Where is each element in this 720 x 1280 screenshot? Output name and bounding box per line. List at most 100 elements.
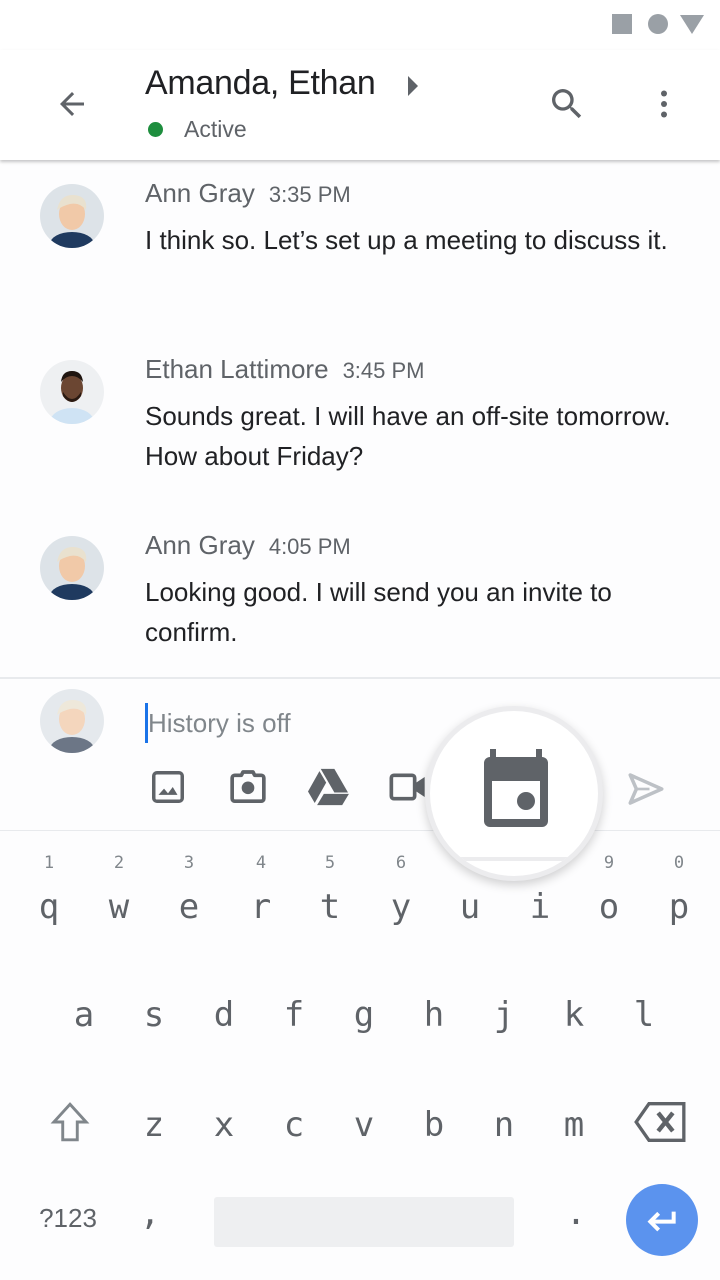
- key-p[interactable]: 0p: [644, 853, 714, 943]
- calendar-button-magnified[interactable]: [425, 706, 603, 881]
- conversation-title[interactable]: Amanda, Ethan: [145, 64, 376, 103]
- camera-icon: [230, 770, 266, 803]
- send-icon: [628, 773, 664, 805]
- key-k[interactable]: k: [539, 991, 609, 1051]
- key-y[interactable]: 6y: [366, 853, 436, 943]
- key-t[interactable]: 5t: [295, 853, 365, 943]
- key-char: s: [143, 995, 165, 1035]
- key-n[interactable]: n: [469, 1093, 539, 1153]
- drive-button[interactable]: [306, 765, 350, 809]
- video-icon: [389, 773, 425, 801]
- key-c[interactable]: c: [259, 1093, 329, 1153]
- message-text: I think so. Let’s set up a meeting to di…: [145, 225, 668, 255]
- key-q[interactable]: 1q: [14, 853, 84, 943]
- message-time: 4:05 PM: [268, 534, 351, 559]
- key-char: n: [493, 1105, 515, 1145]
- period-key[interactable]: .: [556, 1193, 596, 1243]
- shift-icon: [50, 1102, 90, 1142]
- avatar-ann-gray[interactable]: [40, 536, 104, 600]
- backspace-icon: [634, 1102, 686, 1142]
- key-char: x: [213, 1105, 235, 1145]
- sender-name: Ethan Lattimore: [145, 354, 329, 384]
- more-vert-icon: [661, 90, 667, 118]
- message-text: Looking good. I will send you an invite …: [145, 577, 612, 647]
- key-j[interactable]: j: [469, 991, 539, 1051]
- key-hint: 1: [43, 853, 55, 873]
- key-a[interactable]: a: [49, 991, 119, 1051]
- key-r[interactable]: 4r: [226, 853, 296, 943]
- key-char: a: [73, 995, 95, 1035]
- send-button[interactable]: [624, 767, 668, 811]
- backspace-key[interactable]: [628, 1097, 692, 1147]
- on-screen-keyboard: 1q 2w 3e 4r 5t 6y 7u 8i 9o 0p a s d f g …: [0, 831, 720, 1280]
- camera-button[interactable]: [226, 765, 270, 809]
- avatar-ethan-lattimore[interactable]: [40, 360, 104, 424]
- key-h[interactable]: h: [399, 991, 469, 1051]
- message-time: 3:35 PM: [268, 182, 351, 207]
- message-time: 3:45 PM: [342, 358, 425, 383]
- video-call-button[interactable]: [386, 765, 430, 809]
- caret-right-icon[interactable]: [408, 76, 418, 96]
- triangle-icon: [680, 15, 704, 34]
- key-hint: 2: [113, 853, 125, 873]
- key-char: l: [633, 995, 655, 1035]
- key-char: y: [390, 887, 412, 927]
- calendar-icon: [484, 749, 548, 827]
- message-header: Ann Gray 3:35 PM: [145, 178, 351, 209]
- key-char: c: [283, 1105, 305, 1145]
- status-bar: [0, 0, 720, 50]
- key-hint: 6: [395, 853, 407, 873]
- key-z[interactable]: z: [119, 1093, 189, 1153]
- sender-name: Ann Gray: [145, 178, 255, 208]
- key-char: o: [598, 887, 620, 927]
- key-s[interactable]: s: [119, 991, 189, 1051]
- key-m[interactable]: m: [539, 1093, 609, 1153]
- composer: [0, 679, 720, 831]
- message-list: Ann Gray 3:35 PM I think so. Let’s set up…: [0, 160, 720, 677]
- key-e[interactable]: 3e: [154, 853, 224, 943]
- image-icon: [152, 771, 184, 803]
- shift-key[interactable]: [44, 1097, 96, 1147]
- key-char: p: [668, 887, 690, 927]
- key-char: z: [143, 1105, 165, 1145]
- enter-key[interactable]: [626, 1184, 698, 1256]
- back-button[interactable]: [48, 80, 96, 128]
- search-button[interactable]: [543, 80, 591, 128]
- key-hint: 4: [255, 853, 267, 873]
- key-d[interactable]: d: [189, 991, 259, 1051]
- key-char: u: [459, 887, 481, 927]
- square-icon: [612, 14, 632, 34]
- insert-image-button[interactable]: [146, 765, 190, 809]
- key-hint: 5: [324, 853, 336, 873]
- key-l[interactable]: l: [609, 991, 679, 1051]
- circle-icon: [648, 14, 668, 34]
- key-char: j: [493, 995, 515, 1035]
- message-input[interactable]: [148, 701, 448, 745]
- key-hint: 3: [183, 853, 195, 873]
- key-char: v: [353, 1105, 375, 1145]
- magnifier-divider: [430, 857, 598, 861]
- avatar-ann-gray[interactable]: [40, 184, 104, 248]
- key-w[interactable]: 2w: [84, 853, 154, 943]
- key-char: f: [283, 995, 305, 1035]
- enter-icon: [647, 1211, 676, 1232]
- more-options-button[interactable]: [640, 80, 688, 128]
- key-hint: 0: [673, 853, 685, 873]
- key-o[interactable]: 9o: [574, 853, 644, 943]
- drive-icon: [308, 768, 349, 806]
- key-char: g: [353, 995, 375, 1035]
- key-char: h: [423, 995, 445, 1035]
- key-char: e: [178, 887, 200, 927]
- arrow-back-icon: [60, 92, 84, 116]
- key-hint: 9: [603, 853, 615, 873]
- key-g[interactable]: g: [329, 991, 399, 1051]
- symbols-key[interactable]: ?123: [28, 1203, 108, 1239]
- key-b[interactable]: b: [399, 1093, 469, 1153]
- key-v[interactable]: v: [329, 1093, 399, 1153]
- key-f[interactable]: f: [259, 991, 329, 1051]
- key-char: d: [213, 995, 235, 1035]
- space-key[interactable]: [214, 1197, 514, 1247]
- key-x[interactable]: x: [189, 1093, 259, 1153]
- comma-key[interactable]: ,: [130, 1193, 170, 1243]
- key-char: k: [563, 995, 585, 1035]
